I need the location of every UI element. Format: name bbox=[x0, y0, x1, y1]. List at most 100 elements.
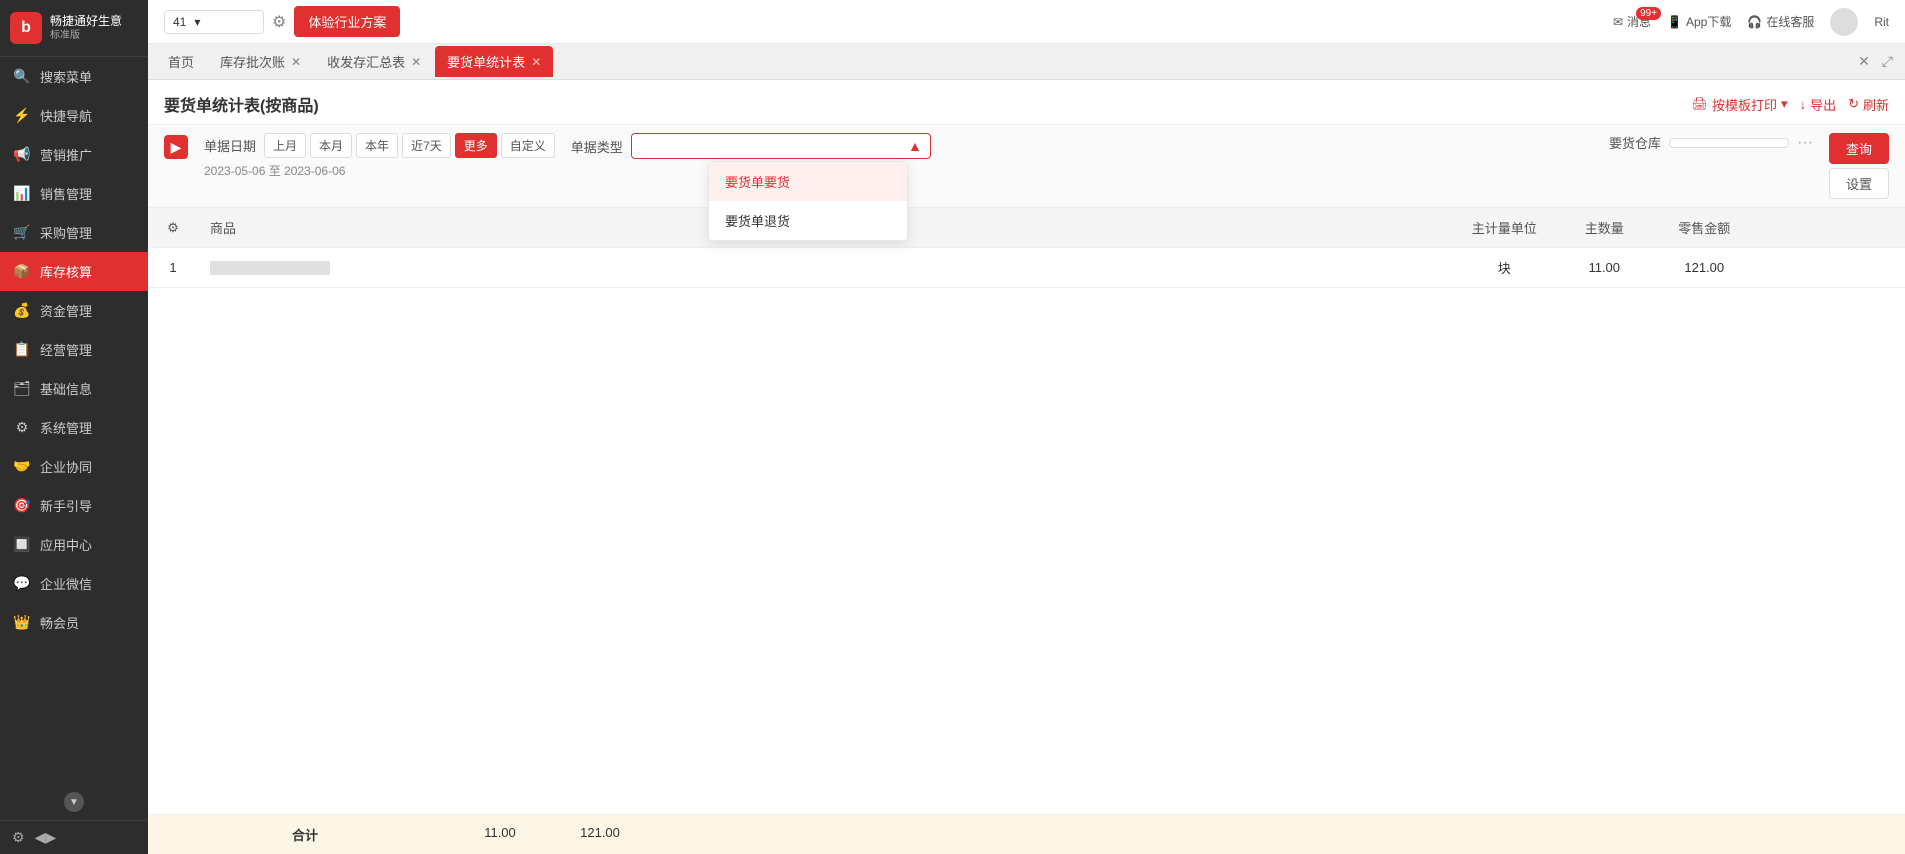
table-area: ⚙ 商品 主计量单位 主数量 零售金额 1 块 bbox=[148, 208, 1905, 814]
tab-inventory-close[interactable]: ✕ bbox=[291, 55, 301, 69]
date-btn-this-year[interactable]: 本年 bbox=[356, 133, 398, 158]
query-btn[interactable]: 查询 bbox=[1829, 133, 1889, 164]
tab-order-summary-close[interactable]: ✕ bbox=[531, 55, 541, 69]
sidebar-item-operations[interactable]: 📋 经营管理 bbox=[0, 330, 148, 369]
online-service-btn[interactable]: 🎧 在线客服 bbox=[1747, 13, 1814, 30]
sidebar-item-marketing[interactable]: 📢 营销推广 bbox=[0, 135, 148, 174]
refresh-btn[interactable]: ↻ 刷新 bbox=[1848, 95, 1889, 114]
marketing-icon: 📢 bbox=[12, 146, 32, 163]
col-qty: 主数量 bbox=[1554, 208, 1654, 248]
app-center-icon: 🔲 bbox=[12, 536, 32, 553]
sidebar-item-label: 畅会员 bbox=[40, 613, 79, 632]
warehouse-filter-section: 要货仓库 ··· bbox=[1609, 133, 1813, 152]
refresh-icon: ↻ bbox=[1848, 96, 1859, 112]
sidebar-item-basic-info[interactable]: 🗂 基础信息 bbox=[0, 369, 148, 408]
tabs-right-controls: ✕ ⤢ bbox=[1854, 51, 1897, 72]
footer-amount: 121.00 bbox=[550, 825, 650, 844]
scroll-down-btn[interactable]: ▼ bbox=[64, 792, 84, 812]
sidebar-item-label: 搜索菜单 bbox=[40, 67, 92, 86]
tab-home-label: 首页 bbox=[168, 52, 194, 71]
sidebar-item-sales[interactable]: 📊 销售管理 bbox=[0, 174, 148, 213]
sidebar-item-guide[interactable]: 🎯 新手引导 bbox=[0, 486, 148, 525]
sidebar-item-label: 基础信息 bbox=[40, 379, 92, 398]
warehouse-input[interactable] bbox=[1669, 138, 1789, 148]
sidebar-header: b 畅捷通好生意 标准版 bbox=[0, 0, 148, 57]
sidebar-item-inventory[interactable]: 📦 库存核算 bbox=[0, 252, 148, 291]
message-icon: ✉ bbox=[1613, 15, 1623, 29]
sidebar-item-wechat[interactable]: 💬 企业微信 bbox=[0, 564, 148, 603]
date-btn-custom[interactable]: 自定义 bbox=[501, 133, 555, 158]
date-btn-this-month[interactable]: 本月 bbox=[310, 133, 352, 158]
sidebar-item-label: 新手引导 bbox=[40, 496, 92, 515]
chevron-down-icon: ▾ bbox=[194, 15, 200, 29]
tab-home[interactable]: 首页 bbox=[156, 46, 206, 77]
settings-icon[interactable]: ⚙ bbox=[12, 829, 25, 846]
quick-nav-icon: ⚡ bbox=[12, 107, 32, 124]
setting-btn[interactable]: 设置 bbox=[1829, 168, 1889, 199]
type-input-wrapper: ▲ bbox=[631, 133, 931, 159]
tab-receivable[interactable]: 收发存汇总表 ✕ bbox=[315, 46, 433, 77]
search-icon: 🔍 bbox=[12, 68, 32, 85]
tab-inventory[interactable]: 库存批次账 ✕ bbox=[208, 46, 313, 77]
sidebar-item-app-center[interactable]: 🔲 应用中心 bbox=[0, 525, 148, 564]
date-btns-group: 上月 本月 本年 近7天 更多 自定义 bbox=[264, 133, 555, 158]
close-all-btn[interactable]: ✕ bbox=[1854, 51, 1874, 72]
date-btn-last-month[interactable]: 上月 bbox=[264, 133, 306, 158]
data-table: ⚙ 商品 主计量单位 主数量 零售金额 1 块 bbox=[148, 208, 1905, 288]
dropdown-item-order-goods[interactable]: 要货单要货 bbox=[709, 162, 907, 201]
sidebar-item-label: 经营管理 bbox=[40, 340, 92, 359]
membership-icon: 👑 bbox=[12, 614, 32, 631]
cell-qty: 11.00 bbox=[1554, 248, 1654, 288]
date-btn-more[interactable]: 更多 bbox=[455, 133, 497, 158]
sidebar-item-enterprise[interactable]: 🤝 企业协同 bbox=[0, 447, 148, 486]
messages-btn[interactable]: ✉ 消息 99+ bbox=[1613, 13, 1651, 30]
collapse-icon[interactable]: ◀▶ bbox=[35, 829, 57, 846]
col-unit: 主计量单位 bbox=[1454, 208, 1554, 248]
sidebar-item-quick-nav[interactable]: ⚡ 快捷导航 bbox=[0, 96, 148, 135]
sidebar-item-label: 资金管理 bbox=[40, 301, 92, 320]
cell-extra bbox=[1754, 248, 1905, 288]
page-content: 要货单统计表(按商品) 🖨 按模板打印 ▾ ↓ 导出 ↻ 刷新 ▶ bbox=[148, 80, 1905, 854]
export-btn[interactable]: ↓ 导出 bbox=[1800, 95, 1837, 114]
filter-expand-btn[interactable]: ▶ bbox=[164, 135, 188, 159]
type-dropdown-icon[interactable]: ▲ bbox=[908, 138, 922, 154]
expand-tabs-btn[interactable]: ⤢ bbox=[1878, 51, 1897, 72]
topbar-right: ✉ 消息 99+ 📱 App下载 🎧 在线客服 Rit bbox=[1613, 8, 1889, 36]
sidebar-item-search[interactable]: 🔍 搜索菜单 bbox=[0, 57, 148, 96]
sales-icon: 📊 bbox=[12, 185, 32, 202]
sidebar-item-purchase[interactable]: 🛒 采购管理 bbox=[0, 213, 148, 252]
page-title: 要货单统计表(按商品) bbox=[164, 92, 319, 116]
guide-icon: 🎯 bbox=[12, 497, 32, 514]
filter-more-icon[interactable]: ··· bbox=[1797, 134, 1813, 152]
topbar-settings-icon[interactable]: ⚙ bbox=[272, 12, 286, 32]
col-settings[interactable]: ⚙ bbox=[148, 208, 198, 248]
messages-badge: 99+ bbox=[1636, 7, 1661, 20]
dropdown-item-order-return[interactable]: 要货单退货 bbox=[709, 201, 907, 240]
operations-icon: 📋 bbox=[12, 341, 32, 358]
date-btn-last-7-days[interactable]: 近7天 bbox=[402, 133, 451, 158]
sidebar-item-system[interactable]: ⚙ 系统管理 bbox=[0, 408, 148, 447]
type-input[interactable] bbox=[640, 139, 908, 154]
page-actions: 🖨 按模板打印 ▾ ↓ 导出 ↻ 刷新 bbox=[1692, 95, 1890, 114]
tab-receivable-close[interactable]: ✕ bbox=[411, 55, 421, 69]
sidebar-item-finance[interactable]: 💰 资金管理 bbox=[0, 291, 148, 330]
sidebar-item-membership[interactable]: 👑 畅会员 bbox=[0, 603, 148, 642]
tab-order-summary[interactable]: 要货单统计表 ✕ bbox=[435, 46, 553, 77]
scroll-down-indicator[interactable]: ▼ bbox=[0, 784, 148, 820]
finance-icon: 💰 bbox=[12, 302, 32, 319]
table-footer: 合计 11.00 121.00 bbox=[148, 814, 1905, 854]
cell-goods bbox=[198, 248, 1454, 288]
app-download-btn[interactable]: 📱 App下载 bbox=[1667, 13, 1731, 30]
system-icon: ⚙ bbox=[12, 419, 32, 436]
industry-btn[interactable]: 体验行业方案 bbox=[294, 6, 400, 37]
tab-order-summary-label: 要货单统计表 bbox=[447, 52, 525, 71]
sidebar-nav: 🔍 搜索菜单 ⚡ 快捷导航 📢 营销推广 📊 销售管理 🛒 采购管理 📦 库存核… bbox=[0, 57, 148, 784]
user-avatar[interactable] bbox=[1830, 8, 1858, 36]
org-selector[interactable]: 41 ▾ bbox=[164, 10, 264, 34]
date-filter-row: 单据日期 上月 本月 本年 近7天 更多 自定义 bbox=[204, 133, 555, 158]
print-btn[interactable]: 🖨 按模板打印 ▾ bbox=[1692, 95, 1788, 114]
main-content: 41 ▾ ⚙ 体验行业方案 ✉ 消息 99+ 📱 App下载 🎧 在线客服 Ri… bbox=[148, 0, 1905, 854]
footer-qty: 11.00 bbox=[450, 825, 550, 844]
sidebar-item-label: 快捷导航 bbox=[40, 106, 92, 125]
online-service-label: 在线客服 bbox=[1766, 13, 1814, 30]
